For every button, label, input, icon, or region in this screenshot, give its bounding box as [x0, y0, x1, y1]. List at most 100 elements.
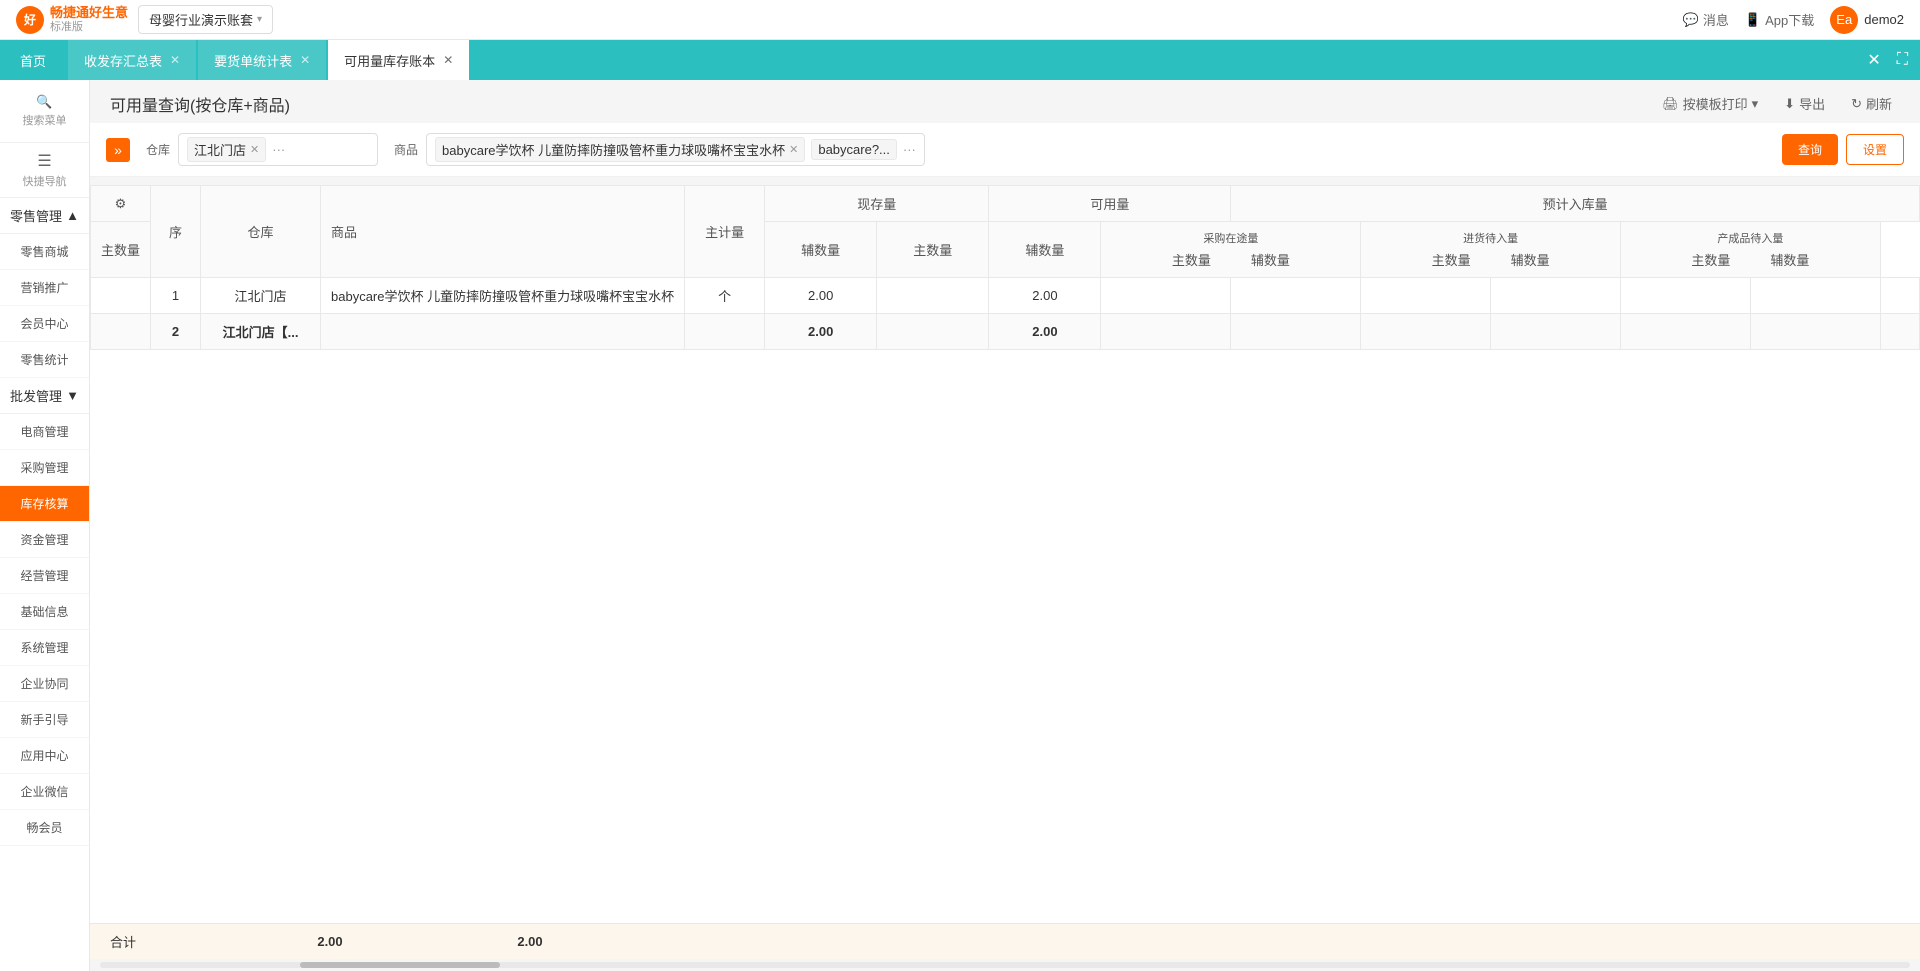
- sidebar-item-member-center[interactable]: 会员中心: [0, 306, 89, 342]
- tab-fullscreen-icon[interactable]: ⛶: [1893, 47, 1912, 73]
- user-info[interactable]: Ea demo2: [1830, 6, 1904, 34]
- th-avail-aux: 辅数量: [989, 222, 1101, 278]
- tab-yaohuo[interactable]: 要货单统计表 ✕: [198, 40, 326, 80]
- sidebar-section-wholesale-header[interactable]: 批发管理 ▼: [0, 378, 89, 414]
- org-selector[interactable]: 母婴行业演示账套 ▾: [138, 5, 273, 34]
- row2-proc-main: [1231, 314, 1361, 350]
- sidebar-item-retail-mall[interactable]: 零售商城: [0, 234, 89, 270]
- tab-yaohuo-close[interactable]: ✕: [300, 53, 310, 67]
- warehouse-filter-more[interactable]: ···: [272, 142, 285, 157]
- sidebar-item-inventory[interactable]: 库存核算: [0, 486, 89, 522]
- sidebar-item-system[interactable]: 系统管理: [0, 630, 89, 666]
- filter-area: » 仓库 江北门店 ✕ ··· 商品 babycare学饮杯 儿童防摔防撞吸管杯…: [90, 123, 1920, 177]
- horizontal-scrollbar[interactable]: [90, 959, 1920, 971]
- quick-nav-icon: ☰: [8, 151, 81, 171]
- refresh-button[interactable]: ↻ 刷新: [1843, 90, 1900, 117]
- th-stock-aux: 辅数量: [765, 222, 877, 278]
- product-tag-1-remove[interactable]: ✕: [789, 143, 798, 156]
- search-menu-button[interactable]: 🔍 搜索菜单: [8, 88, 81, 134]
- warehouse-tag: 江北门店 ✕: [187, 137, 266, 162]
- warehouse-filter-label: 仓库: [146, 141, 170, 158]
- th-procurement: 采购在途量 主数量辅数量: [1101, 222, 1361, 278]
- edition-label: 标准版: [50, 21, 128, 34]
- th-gear: ⚙: [91, 186, 151, 222]
- th-available: 可用量: [989, 186, 1231, 222]
- settings-button[interactable]: 设置: [1846, 134, 1904, 165]
- row2-prod-aux: [1880, 314, 1919, 350]
- th-product: 商品: [321, 186, 685, 278]
- row2-warehouse: 江北门店【...: [201, 314, 321, 350]
- tab-shoufacun[interactable]: 收发存汇总表 ✕: [68, 40, 196, 80]
- row1-purch-main: [1491, 278, 1621, 314]
- logo-icon: 好: [16, 6, 44, 34]
- refresh-icon: ↻: [1851, 96, 1862, 112]
- retail-mgmt-label: 零售管理: [10, 206, 62, 225]
- tab-keyongliang-close[interactable]: ✕: [443, 53, 453, 67]
- tab-shoufacun-close[interactable]: ✕: [170, 53, 180, 67]
- sidebar-search-area: 🔍 搜索菜单: [0, 80, 89, 143]
- row2-prod-main: [1750, 314, 1880, 350]
- row1-prod-aux: [1880, 278, 1919, 314]
- warehouse-tag-value: 江北门店: [194, 140, 246, 159]
- scroll-thumb[interactable]: [300, 962, 500, 968]
- page-title: 可用量查询(按仓库+商品): [110, 92, 290, 116]
- row2-serial: 2: [151, 314, 201, 350]
- sidebar-item-marketing[interactable]: 营销推广: [0, 270, 89, 306]
- sidebar-item-wecom[interactable]: 企业微信: [0, 774, 89, 810]
- row1-proc-aux: [1361, 278, 1491, 314]
- tab-home[interactable]: 首页: [0, 40, 66, 80]
- wholesale-mgmt-label: 批发管理: [10, 386, 62, 405]
- warehouse-filter-input[interactable]: 江北门店 ✕ ···: [178, 133, 378, 166]
- summary-label: 合计: [100, 932, 270, 951]
- refresh-label: 刷新: [1866, 94, 1892, 113]
- sidebar-section-retail-header[interactable]: 零售管理 ▲: [0, 198, 89, 234]
- th-current-stock: 现存量: [765, 186, 989, 222]
- export-button[interactable]: ⬇ 导出: [1776, 90, 1833, 117]
- top-bar-right: 💬 消息 📱 App下载 Ea demo2: [1683, 6, 1904, 34]
- product-filter-input[interactable]: babycare学饮杯 儿童防摔防撞吸管杯重力球吸嘴杯宝宝水杯 ✕ babyca…: [426, 133, 925, 166]
- row2-avail-main: 2.00: [989, 314, 1101, 350]
- product-tag-2: babycare?...: [811, 139, 897, 160]
- sidebar-item-app-center[interactable]: 应用中心: [0, 738, 89, 774]
- sidebar-item-purchase[interactable]: 采购管理: [0, 450, 89, 486]
- query-button[interactable]: 查询: [1782, 134, 1838, 165]
- message-label: 消息: [1703, 10, 1729, 29]
- product-filter-more[interactable]: ···: [903, 142, 916, 157]
- message-button[interactable]: 💬 消息: [1683, 10, 1729, 29]
- warehouse-tag-remove[interactable]: ✕: [250, 143, 259, 156]
- sidebar-item-finance[interactable]: 资金管理: [0, 522, 89, 558]
- sidebar-item-collab[interactable]: 企业协同: [0, 666, 89, 702]
- sidebar-item-operations[interactable]: 经营管理: [0, 558, 89, 594]
- product-tag-1-value: babycare学饮杯 儿童防摔防撞吸管杯重力球吸嘴杯宝宝水杯: [442, 140, 785, 159]
- sidebar-item-newbie[interactable]: 新手引导: [0, 702, 89, 738]
- sidebar-section-retail: 零售管理 ▲ 零售商城 营销推广 会员中心 零售统计: [0, 198, 89, 378]
- app-download-button[interactable]: 📱 App下载: [1745, 10, 1814, 29]
- sidebar-item-basic-info[interactable]: 基础信息: [0, 594, 89, 630]
- print-template-button[interactable]: 🖨 按模板打印 ▾: [1654, 90, 1766, 117]
- row1-proc-main: [1231, 278, 1361, 314]
- filter-actions: 查询 设置: [1782, 134, 1904, 165]
- row2-purch-aux: [1620, 314, 1750, 350]
- top-bar: 好 畅捷通好生意 标准版 母婴行业演示账套 ▾ 💬 消息 📱 App下载 Ea …: [0, 0, 1920, 40]
- sidebar-item-member[interactable]: 畅会员: [0, 810, 89, 846]
- print-chevron-icon: ▾: [1752, 96, 1759, 112]
- export-icon: ⬇: [1784, 96, 1795, 112]
- product-filter-group: 商品 babycare学饮杯 儿童防摔防撞吸管杯重力球吸嘴杯宝宝水杯 ✕ bab…: [394, 133, 925, 166]
- main-layout: 🔍 搜索菜单 ☰ 快捷导航 零售管理 ▲ 零售商城 营销推广 会员中心 零售统计…: [0, 80, 1920, 971]
- filter-expand-button[interactable]: »: [106, 138, 130, 162]
- logo-text: 畅捷通好生意 标准版: [50, 5, 128, 34]
- summary-bar: 合计 2.00 2.00: [90, 923, 1920, 959]
- tab-keyongliang[interactable]: 可用量库存账本 ✕: [328, 40, 469, 80]
- quick-nav-button[interactable]: ☰ 快捷导航: [0, 143, 89, 198]
- tab-close-all-icon[interactable]: ✕: [1863, 46, 1884, 74]
- sidebar-item-ecommerce[interactable]: 电商管理: [0, 414, 89, 450]
- expand-icon: ▲: [66, 208, 79, 223]
- sidebar-item-retail-stats[interactable]: 零售统计: [0, 342, 89, 378]
- summary-text: 合计: [110, 935, 136, 950]
- search-icon: 🔍: [36, 94, 52, 109]
- product-filter-label: 商品: [394, 141, 418, 158]
- table-wrapper: ⚙ 序 仓库 商品 主计量 现存量 可用量 预计入库量 主数量 辅数量 主数量 …: [90, 185, 1920, 923]
- row2-stock-aux: [877, 314, 989, 350]
- logo-area: 好 畅捷通好生意 标准版: [16, 5, 128, 34]
- row1-serial: 1: [151, 278, 201, 314]
